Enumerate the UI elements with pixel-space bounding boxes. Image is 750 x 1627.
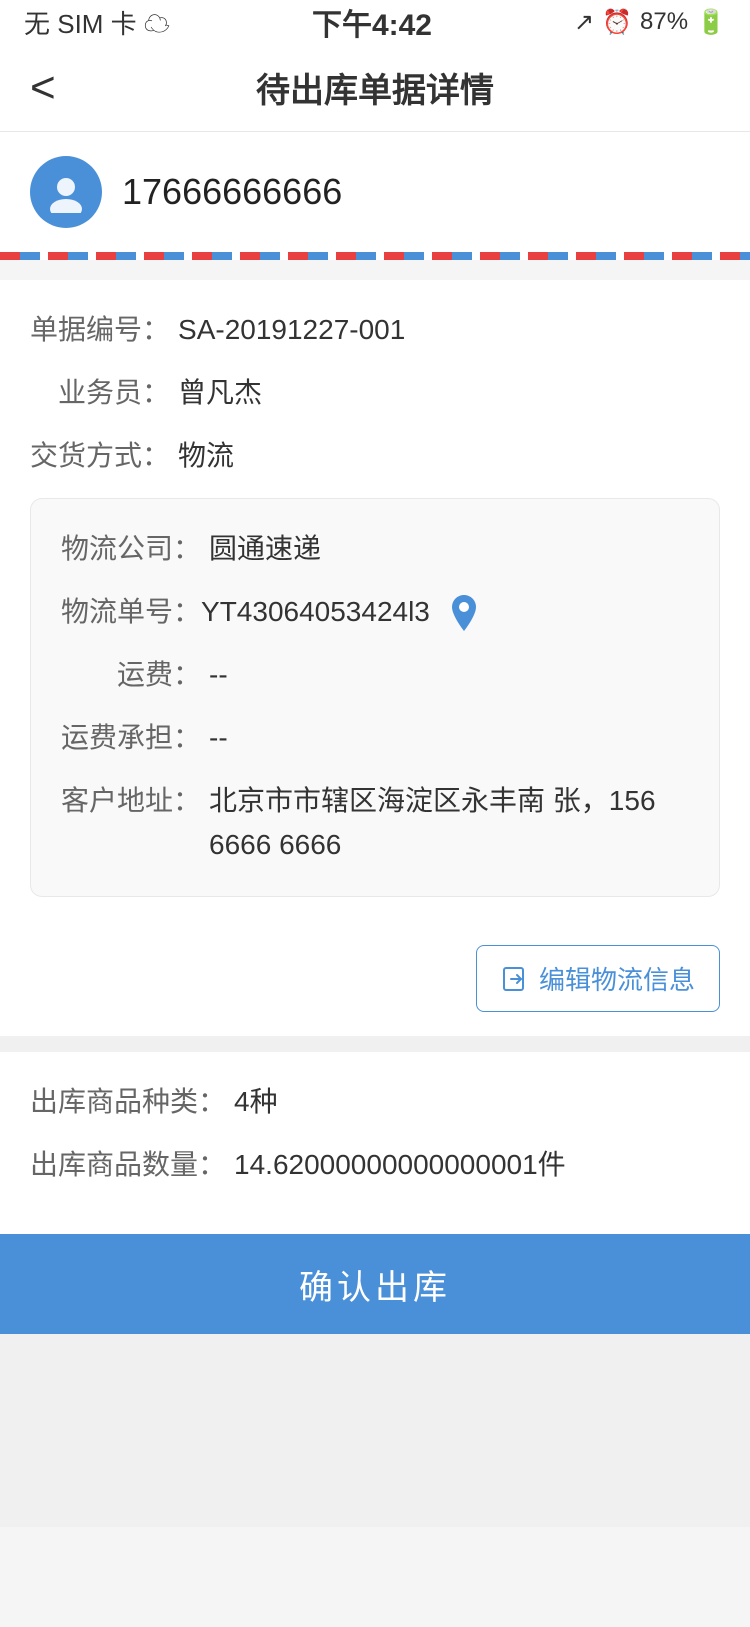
section-divider-1	[0, 1036, 750, 1052]
goods-quantity-row: 出库商品数量： 14.62000000000000001件	[30, 1143, 720, 1188]
alarm-icon: ⏰	[602, 8, 632, 37]
customer-header: 17666666666	[0, 132, 750, 252]
edit-icon	[501, 965, 529, 993]
freight-bearer-label: 运费承担：	[61, 716, 201, 761]
status-bar: 无 SIM 卡 ☁ 下午4:42 ↗ ⏰ 87% 🔋	[0, 0, 750, 44]
confirm-button[interactable]: 确认出库	[0, 1234, 750, 1334]
battery-level: 87%	[640, 8, 688, 36]
dashed-divider	[0, 252, 750, 260]
logistics-company-value: 圆通速递	[209, 527, 689, 572]
logistics-card: 物流公司： 圆通速递 物流单号： YT43064053424l3 运费： -- …	[30, 498, 720, 897]
confirm-button-label: 确认出库	[299, 1260, 451, 1309]
location-icon-status: ↗	[574, 8, 594, 37]
goods-quantity-label: 出库商品数量：	[30, 1143, 226, 1188]
logistics-company-row: 物流公司： 圆通速递	[61, 527, 689, 572]
address-value: 北京市市辖区海淀区永丰南 张，156 6666 6666	[209, 779, 689, 869]
status-left: 无 SIM 卡 ☁	[24, 4, 170, 41]
goods-quantity-value: 14.62000000000000001件	[234, 1143, 720, 1188]
logistics-tracking-row: 物流单号： YT43064053424l3	[61, 590, 689, 635]
nav-bar: < 待出库单据详情	[0, 44, 750, 132]
empty-space	[0, 1327, 750, 1527]
salesman-row: 业务员： 曾凡杰	[30, 371, 720, 416]
freight-bearer-value: --	[209, 716, 689, 761]
salesman-label: 业务员：	[30, 371, 170, 416]
delivery-label: 交货方式：	[30, 434, 170, 479]
status-right: ↗ ⏰ 87% 🔋	[574, 8, 726, 37]
back-icon: <	[30, 63, 56, 112]
freight-bearer-row: 运费承担： --	[61, 716, 689, 761]
address-row: 客户地址： 北京市市辖区海淀区永丰南 张，156 6666 6666	[61, 779, 689, 869]
address-label: 客户地址：	[61, 779, 201, 824]
freight-value: --	[209, 653, 689, 698]
back-button[interactable]: <	[30, 66, 56, 110]
edit-logistics-label: 编辑物流信息	[539, 960, 695, 997]
delivery-row: 交货方式： 物流	[30, 434, 720, 479]
avatar	[30, 156, 102, 228]
order-info-section: 单据编号： SA-20191227-001 业务员： 曾凡杰 交货方式： 物流 …	[0, 280, 750, 925]
salesman-value: 曾凡杰	[178, 371, 720, 416]
freight-label: 运费：	[61, 653, 201, 698]
order-number-row: 单据编号： SA-20191227-001	[30, 308, 720, 353]
logistics-company-label: 物流公司：	[61, 527, 201, 572]
edit-btn-row: 编辑物流信息	[0, 925, 750, 1036]
edit-logistics-button[interactable]: 编辑物流信息	[476, 945, 720, 1012]
goods-types-label: 出库商品种类：	[30, 1080, 226, 1125]
order-number-label: 单据编号：	[30, 308, 170, 353]
delivery-value: 物流	[178, 434, 720, 479]
status-time: 下午4:42	[312, 0, 432, 44]
goods-types-row: 出库商品种类： 4种	[30, 1080, 720, 1125]
freight-row: 运费： --	[61, 653, 689, 698]
logistics-tracking-label: 物流单号：	[61, 590, 201, 635]
logistics-tracking-value: YT43064053424l3	[201, 590, 430, 635]
goods-types-value: 4种	[234, 1080, 720, 1125]
customer-phone: 17666666666	[122, 171, 342, 213]
goods-section: 出库商品种类： 4种 出库商品数量： 14.62000000000000001件	[0, 1052, 750, 1216]
battery-icon: 🔋	[696, 8, 726, 37]
page-title: 待出库单据详情	[256, 63, 494, 112]
map-pin-icon[interactable]	[444, 593, 484, 633]
order-number-value: SA-20191227-001	[178, 308, 720, 353]
sim-status: 无 SIM 卡 ☁	[24, 4, 170, 41]
